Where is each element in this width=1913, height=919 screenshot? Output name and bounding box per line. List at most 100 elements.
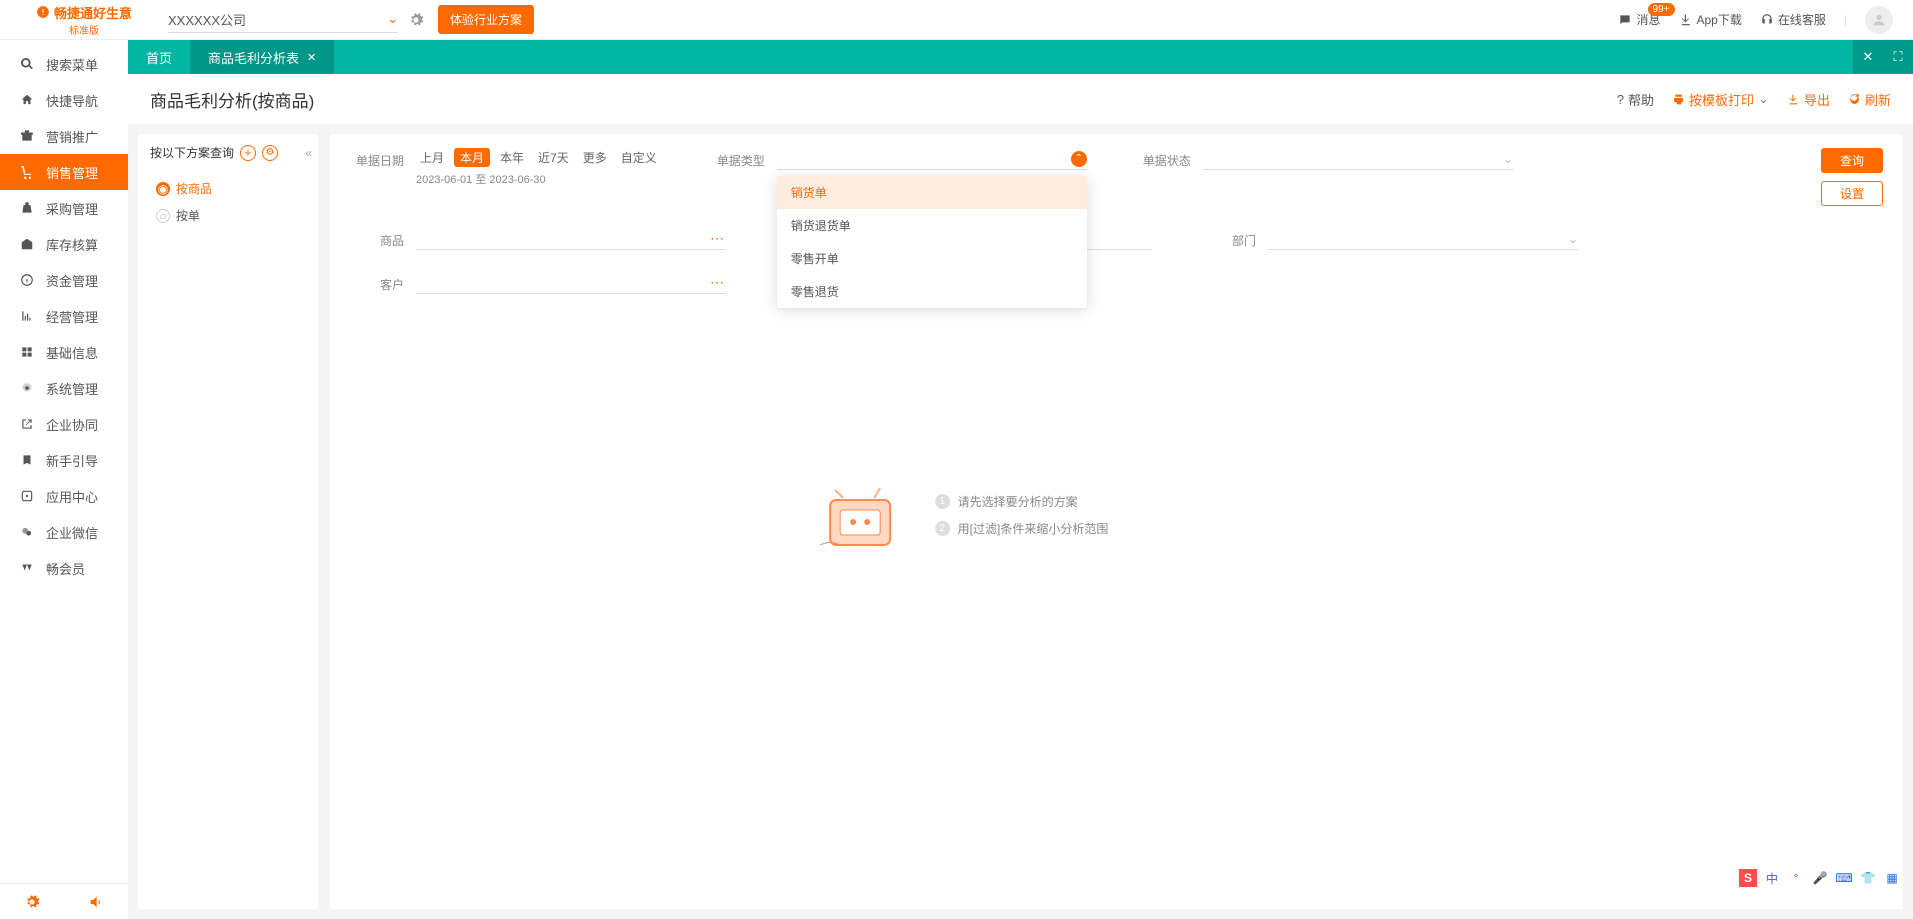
chip-custom[interactable]: 自定义: [617, 148, 661, 167]
empty-illustration: [805, 470, 915, 560]
message-icon: [1618, 13, 1632, 27]
sidebar-item-biz[interactable]: 经营管理: [0, 298, 128, 334]
print-button[interactable]: 按模板打印⌄: [1672, 90, 1769, 109]
chip-this-year[interactable]: 本年: [496, 148, 528, 167]
type-option-retail-return[interactable]: 零售退货: [777, 275, 1087, 308]
scheme-by-order[interactable]: ○ 按单: [150, 202, 306, 229]
experience-button[interactable]: 体验行业方案: [438, 5, 534, 34]
sidebar-item-coop[interactable]: 企业协同: [0, 406, 128, 442]
sound-icon[interactable]: [88, 894, 104, 910]
message-link[interactable]: 消息 99+: [1618, 11, 1660, 28]
sidebar-item-fund[interactable]: ¥资金管理: [0, 262, 128, 298]
gift-icon: [20, 129, 36, 143]
tab-fullscreen[interactable]: ⛶: [1883, 40, 1913, 74]
close-icon[interactable]: ✕: [307, 51, 316, 64]
refresh-button[interactable]: 刷新: [1848, 90, 1891, 109]
chevron-down-icon: ⌄: [1758, 91, 1769, 107]
type-option-return[interactable]: 销货退货单: [777, 209, 1087, 242]
chip-7days[interactable]: 近7天: [534, 148, 573, 167]
query-scheme-panel: 按以下方案查询 + ⚙ « ◉ 按商品 ○ 按单: [138, 134, 318, 909]
ime-logo-icon[interactable]: S: [1739, 869, 1757, 887]
chevron-down-icon: ⌄: [387, 11, 398, 27]
avatar[interactable]: [1865, 6, 1893, 34]
more-icon[interactable]: ⋯: [710, 274, 726, 291]
type-select[interactable]: ⌃ 销货单 销货退货单 零售开单 零售退货: [777, 148, 1087, 170]
status-select[interactable]: ⌄: [1203, 148, 1513, 170]
download-icon: [1679, 13, 1693, 27]
tab-close-all[interactable]: ✕: [1853, 40, 1883, 74]
cart-icon: [20, 165, 36, 179]
customer-field: 客户 ⋯: [350, 272, 726, 294]
headset-icon: [1760, 13, 1774, 27]
settings-button[interactable]: 设置: [1821, 181, 1883, 206]
page-title: 商品毛利分析(按商品): [150, 87, 314, 112]
company-select[interactable]: XXXXXX公司 ⌄: [168, 7, 398, 33]
tab-current[interactable]: 商品毛利分析表✕: [190, 40, 334, 74]
chip-last-month[interactable]: 上月: [416, 148, 448, 167]
grid-icon: [20, 345, 36, 359]
chevron-up-icon: ⌃: [1071, 151, 1087, 167]
type-option-sales[interactable]: 销货单: [777, 176, 1087, 209]
date-chips: 上月 本月 本年 近7天 更多 自定义: [416, 148, 661, 167]
sidebar: 搜索菜单 快捷导航 营销推广 销售管理 采购管理 库存核算 ¥资金管理 经营管理…: [0, 40, 128, 919]
export-button[interactable]: 导出: [1787, 90, 1830, 109]
settings-icon[interactable]: [24, 894, 40, 910]
ime-mic-icon[interactable]: 🎤: [1811, 869, 1829, 887]
sidebar-item-apps[interactable]: 应用中心: [0, 478, 128, 514]
ime-menu-icon[interactable]: ▦: [1883, 869, 1901, 887]
ime-punct-icon[interactable]: °: [1787, 869, 1805, 887]
empty-state: 1请先选择要分析的方案 2用[过滤]条件来缩小分析范围: [805, 470, 1109, 560]
chip-more[interactable]: 更多: [579, 148, 611, 167]
sidebar-item-stock[interactable]: 库存核算: [0, 226, 128, 262]
product-field: 商品 ⋯: [350, 228, 726, 250]
sidebar-item-member[interactable]: 畅会员: [0, 550, 128, 586]
config-scheme-button[interactable]: ⚙: [262, 145, 278, 161]
sidebar-item-sales[interactable]: 销售管理: [0, 154, 128, 190]
more-icon[interactable]: ⋯: [710, 230, 726, 247]
svg-text:¥: ¥: [25, 278, 29, 284]
money-icon: ¥: [20, 273, 36, 287]
tab-home[interactable]: 首页: [128, 40, 190, 74]
chip-this-month[interactable]: 本月: [454, 148, 490, 167]
customer-input[interactable]: ⋯: [416, 272, 726, 294]
print-icon: [1672, 93, 1685, 106]
sidebar-item-marketing[interactable]: 营销推广: [0, 118, 128, 154]
chevron-down-icon: ⌄: [1503, 152, 1513, 166]
status-field: 单据状态 ⌄: [1137, 148, 1513, 170]
query-button[interactable]: 查询: [1821, 148, 1883, 173]
sidebar-item-purchase[interactable]: 采购管理: [0, 190, 128, 226]
sidebar-item-guide[interactable]: 新手引导: [0, 442, 128, 478]
help-link[interactable]: ?帮助: [1617, 90, 1654, 109]
app-icon: [20, 489, 36, 503]
scheme-by-product[interactable]: ◉ 按商品: [150, 175, 306, 202]
dept-field: 部门 ⌄: [1202, 228, 1578, 250]
date-field: 单据日期 上月 本月 本年 近7天 更多 自定义 2023-06-01 至 20…: [350, 148, 661, 187]
sidebar-item-wechat[interactable]: 企业微信: [0, 514, 128, 550]
dept-select[interactable]: ⌄: [1268, 228, 1578, 250]
radio-icon: ◉: [156, 182, 170, 196]
refresh-icon: [1848, 93, 1861, 106]
collapse-icon[interactable]: «: [305, 146, 312, 160]
warehouse-icon: [20, 237, 36, 251]
sidebar-item-system[interactable]: 系统管理: [0, 370, 128, 406]
ime-keyboard-icon[interactable]: ⌨: [1835, 869, 1853, 887]
type-option-retail[interactable]: 零售开单: [777, 242, 1087, 275]
home-icon: [20, 93, 36, 107]
sidebar-item-search[interactable]: 搜索菜单: [0, 46, 128, 82]
service-link[interactable]: 在线客服: [1760, 11, 1826, 28]
sidebar-item-base[interactable]: 基础信息: [0, 334, 128, 370]
sidebar-item-quick[interactable]: 快捷导航: [0, 82, 128, 118]
ime-toolbar: S 中 ° 🎤 ⌨ 👕 ▦: [1737, 867, 1903, 889]
search-icon: [20, 57, 36, 71]
product-input[interactable]: ⋯: [416, 228, 726, 250]
query-scheme-title: 按以下方案查询: [150, 144, 234, 161]
ime-skin-icon[interactable]: 👕: [1859, 869, 1877, 887]
add-scheme-button[interactable]: +: [240, 145, 256, 161]
ime-lang[interactable]: 中: [1763, 869, 1781, 887]
empty-step-1: 1请先选择要分析的方案: [935, 493, 1109, 510]
download-link[interactable]: App下载: [1679, 11, 1742, 28]
gear2-icon: [20, 381, 36, 395]
sidebar-footer: [0, 883, 128, 919]
type-dropdown: 销货单 销货退货单 零售开单 零售退货: [777, 176, 1087, 308]
gear-icon[interactable]: [408, 12, 424, 28]
